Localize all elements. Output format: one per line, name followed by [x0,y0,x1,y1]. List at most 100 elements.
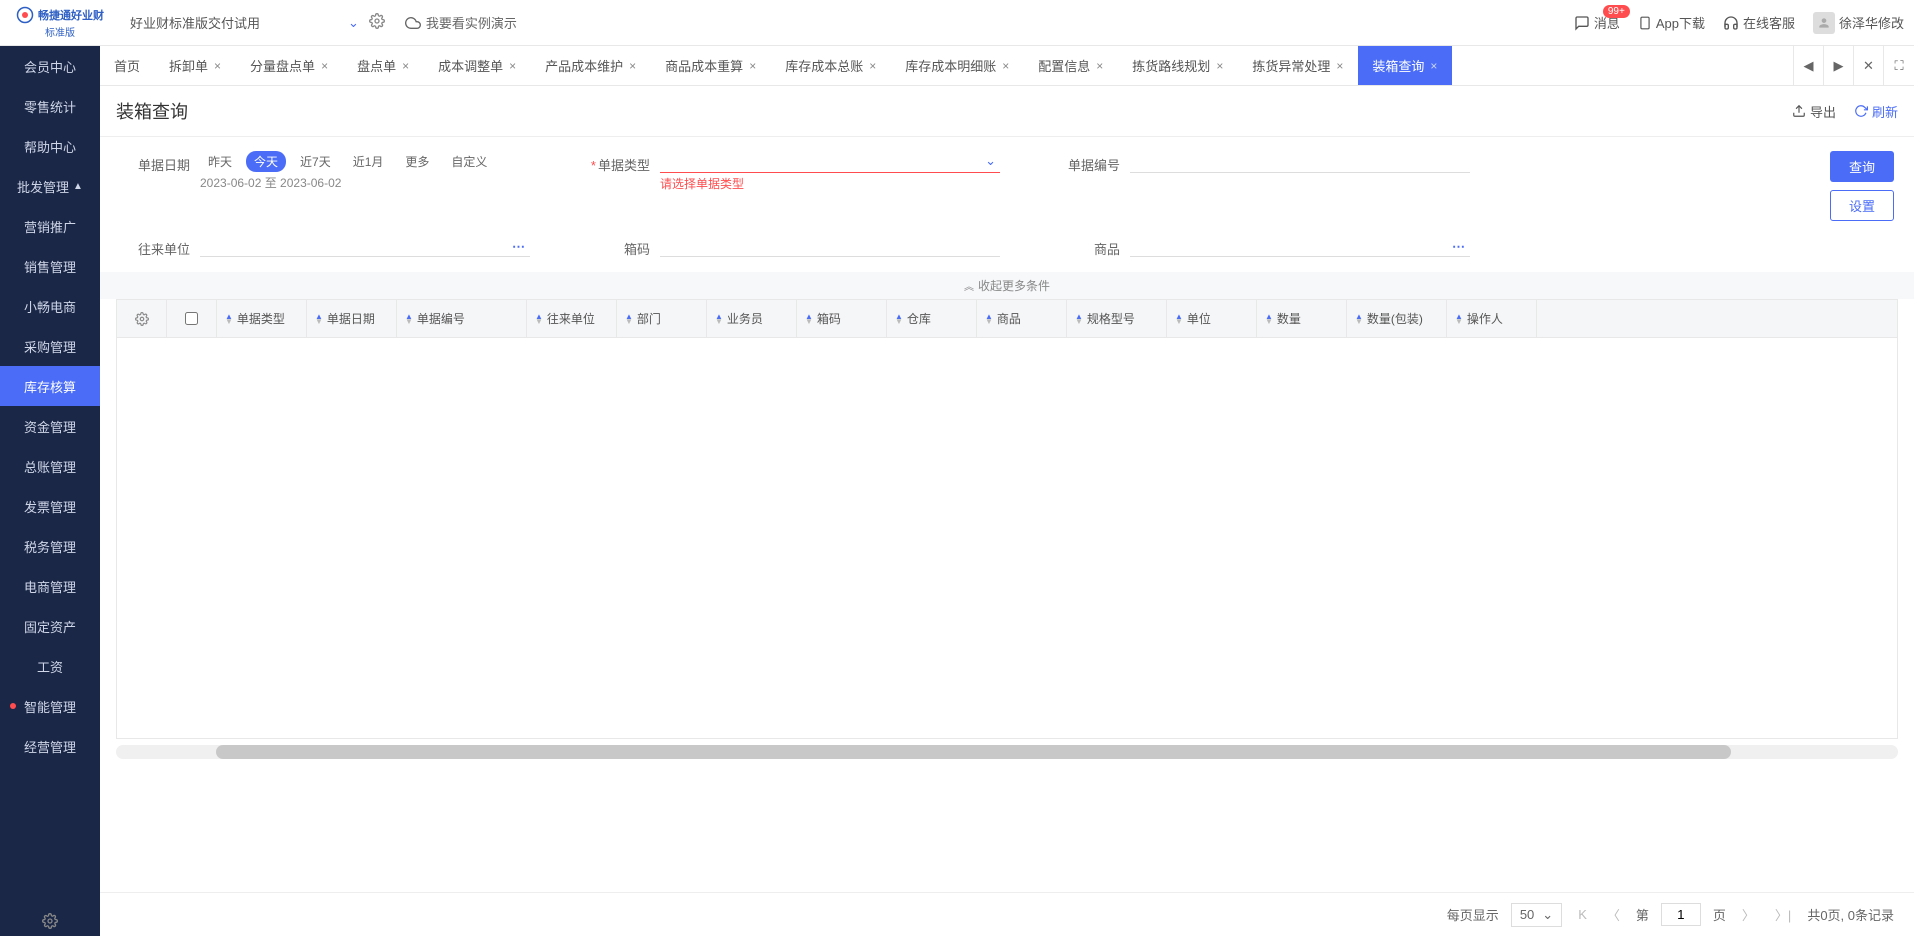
column-header[interactable]: ▲▼单据编号 [397,300,527,337]
sidebar-item[interactable]: 营销推广 [0,206,100,246]
sort-icon[interactable]: ▲▼ [985,314,993,324]
column-header[interactable]: ▲▼部门 [617,300,707,337]
collapse-filters-button[interactable]: ︽ 收起更多条件 [100,272,1914,299]
tab[interactable]: 盘点单× [343,46,424,85]
table-settings-button[interactable] [117,300,167,337]
column-header[interactable]: ▲▼操作人 [1447,300,1537,337]
sort-icon[interactable]: ▲▼ [625,314,633,324]
tab[interactable]: 产品成本维护× [531,46,651,85]
column-header[interactable]: ▲▼往来单位 [527,300,617,337]
refresh-button[interactable]: 刷新 [1854,102,1898,121]
tabs-prev-icon[interactable]: ◀ [1794,46,1824,85]
sort-icon[interactable]: ▲▼ [225,314,233,324]
column-header[interactable]: ▲▼箱码 [797,300,887,337]
sidebar-item[interactable]: 采购管理 [0,326,100,366]
close-icon[interactable]: × [214,59,221,73]
tab[interactable]: 装箱查询× [1358,46,1452,85]
sidebar-item[interactable]: 发票管理 [0,486,100,526]
app-download-button[interactable]: App下载 [1638,13,1705,32]
tab[interactable]: 库存成本总账× [771,46,891,85]
tab[interactable]: 成本调整单× [424,46,531,85]
page-prev-icon[interactable]: 〈 [1603,905,1624,924]
date-pill[interactable]: 近7天 [292,151,339,172]
export-button[interactable]: 导出 [1792,102,1836,121]
column-header[interactable]: ▲▼单位 [1167,300,1257,337]
sort-icon[interactable]: ▲▼ [315,314,323,324]
close-icon[interactable]: × [629,59,636,73]
column-header[interactable]: ▲▼商品 [977,300,1067,337]
docno-input[interactable] [1130,151,1470,173]
more-icon[interactable]: ⋯ [1452,239,1466,255]
column-header[interactable]: ▲▼仓库 [887,300,977,337]
sidebar-item[interactable]: 资金管理 [0,406,100,446]
product-selector[interactable]: 好业财标准版交付试用 ⌄ [130,13,359,32]
column-header[interactable]: ▲▼单据类型 [217,300,307,337]
tabs-next-icon[interactable]: ▶ [1824,46,1854,85]
select-all-checkbox[interactable] [167,300,217,337]
page-size-select[interactable]: 50 ⌄ [1511,903,1562,927]
scrollbar-thumb[interactable] [216,745,1731,759]
messages-button[interactable]: 消息 99+ [1574,13,1620,32]
close-icon[interactable]: × [1002,59,1009,73]
page-last-icon[interactable]: 〉| [1771,905,1795,924]
page-first-icon[interactable]: K [1574,907,1591,922]
sidebar-item[interactable]: 智能管理 [0,686,100,726]
page-input[interactable] [1661,903,1701,926]
sidebar-item[interactable]: 税务管理 [0,526,100,566]
box-input[interactable] [660,235,1000,257]
tab[interactable]: 分量盘点单× [236,46,343,85]
column-header[interactable]: ▲▼业务员 [707,300,797,337]
sort-icon[interactable]: ▲▼ [1455,314,1463,324]
query-button[interactable]: 查询 [1830,151,1894,182]
sidebar-item[interactable]: 固定资产 [0,606,100,646]
sort-icon[interactable]: ▲▼ [535,314,543,324]
sidebar-item[interactable]: 经营管理 [0,726,100,766]
partner-input[interactable] [200,235,530,257]
tabs-close-icon[interactable]: ✕ [1854,46,1884,85]
sort-icon[interactable]: ▲▼ [1355,314,1363,324]
date-pill[interactable]: 昨天 [200,151,240,172]
tab[interactable]: 拆卸单× [155,46,236,85]
sidebar-item[interactable]: 会员中心 [0,46,100,86]
close-icon[interactable]: × [1216,59,1223,73]
column-header[interactable]: ▲▼规格型号 [1067,300,1167,337]
product-input[interactable] [1130,235,1470,257]
sort-icon[interactable]: ▲▼ [1175,314,1183,324]
date-pill[interactable]: 近1月 [345,151,392,172]
tab[interactable]: 首页 [100,46,155,85]
settings-button[interactable]: 设置 [1830,190,1894,221]
sort-icon[interactable]: ▲▼ [1265,314,1273,324]
tab[interactable]: 商品成本重算× [651,46,771,85]
close-icon[interactable]: × [402,59,409,73]
support-button[interactable]: 在线客服 [1723,13,1795,32]
column-header[interactable]: ▲▼数量(包装) [1347,300,1447,337]
close-icon[interactable]: × [1430,59,1437,73]
sidebar-item[interactable]: 小畅电商 [0,286,100,326]
column-header[interactable]: ▲▼单据日期 [307,300,397,337]
close-icon[interactable]: × [869,59,876,73]
sort-icon[interactable]: ▲▼ [405,314,413,324]
close-icon[interactable]: × [1096,59,1103,73]
close-icon[interactable]: × [749,59,756,73]
more-icon[interactable]: ⋯ [512,239,526,255]
sidebar-item[interactable]: 零售统计 [0,86,100,126]
chevron-down-icon[interactable]: ⌄ [985,153,996,169]
doc-type-select[interactable] [660,151,1000,173]
checkbox[interactable] [185,312,198,325]
sort-icon[interactable]: ▲▼ [805,314,813,324]
sidebar-item[interactable]: 批发管理▲ [0,166,100,206]
sidebar-item[interactable]: 总账管理 [0,446,100,486]
sidebar-item[interactable]: 销售管理 [0,246,100,286]
tab[interactable]: 拣货路线规划× [1118,46,1238,85]
gear-icon[interactable] [369,13,385,32]
tabs-expand-icon[interactable]: ⛶ [1884,46,1914,85]
sidebar-item[interactable]: 工资 [0,646,100,686]
tab[interactable]: 库存成本明细账× [891,46,1024,85]
horizontal-scrollbar[interactable] [116,745,1898,759]
demo-link[interactable]: 我要看实例演示 [405,13,517,32]
sidebar-item[interactable]: 电商管理 [0,566,100,606]
sidebar-item[interactable]: 帮助中心 [0,126,100,166]
tab[interactable]: 配置信息× [1024,46,1118,85]
date-pill[interactable]: 今天 [246,151,286,172]
sort-icon[interactable]: ▲▼ [895,314,903,324]
